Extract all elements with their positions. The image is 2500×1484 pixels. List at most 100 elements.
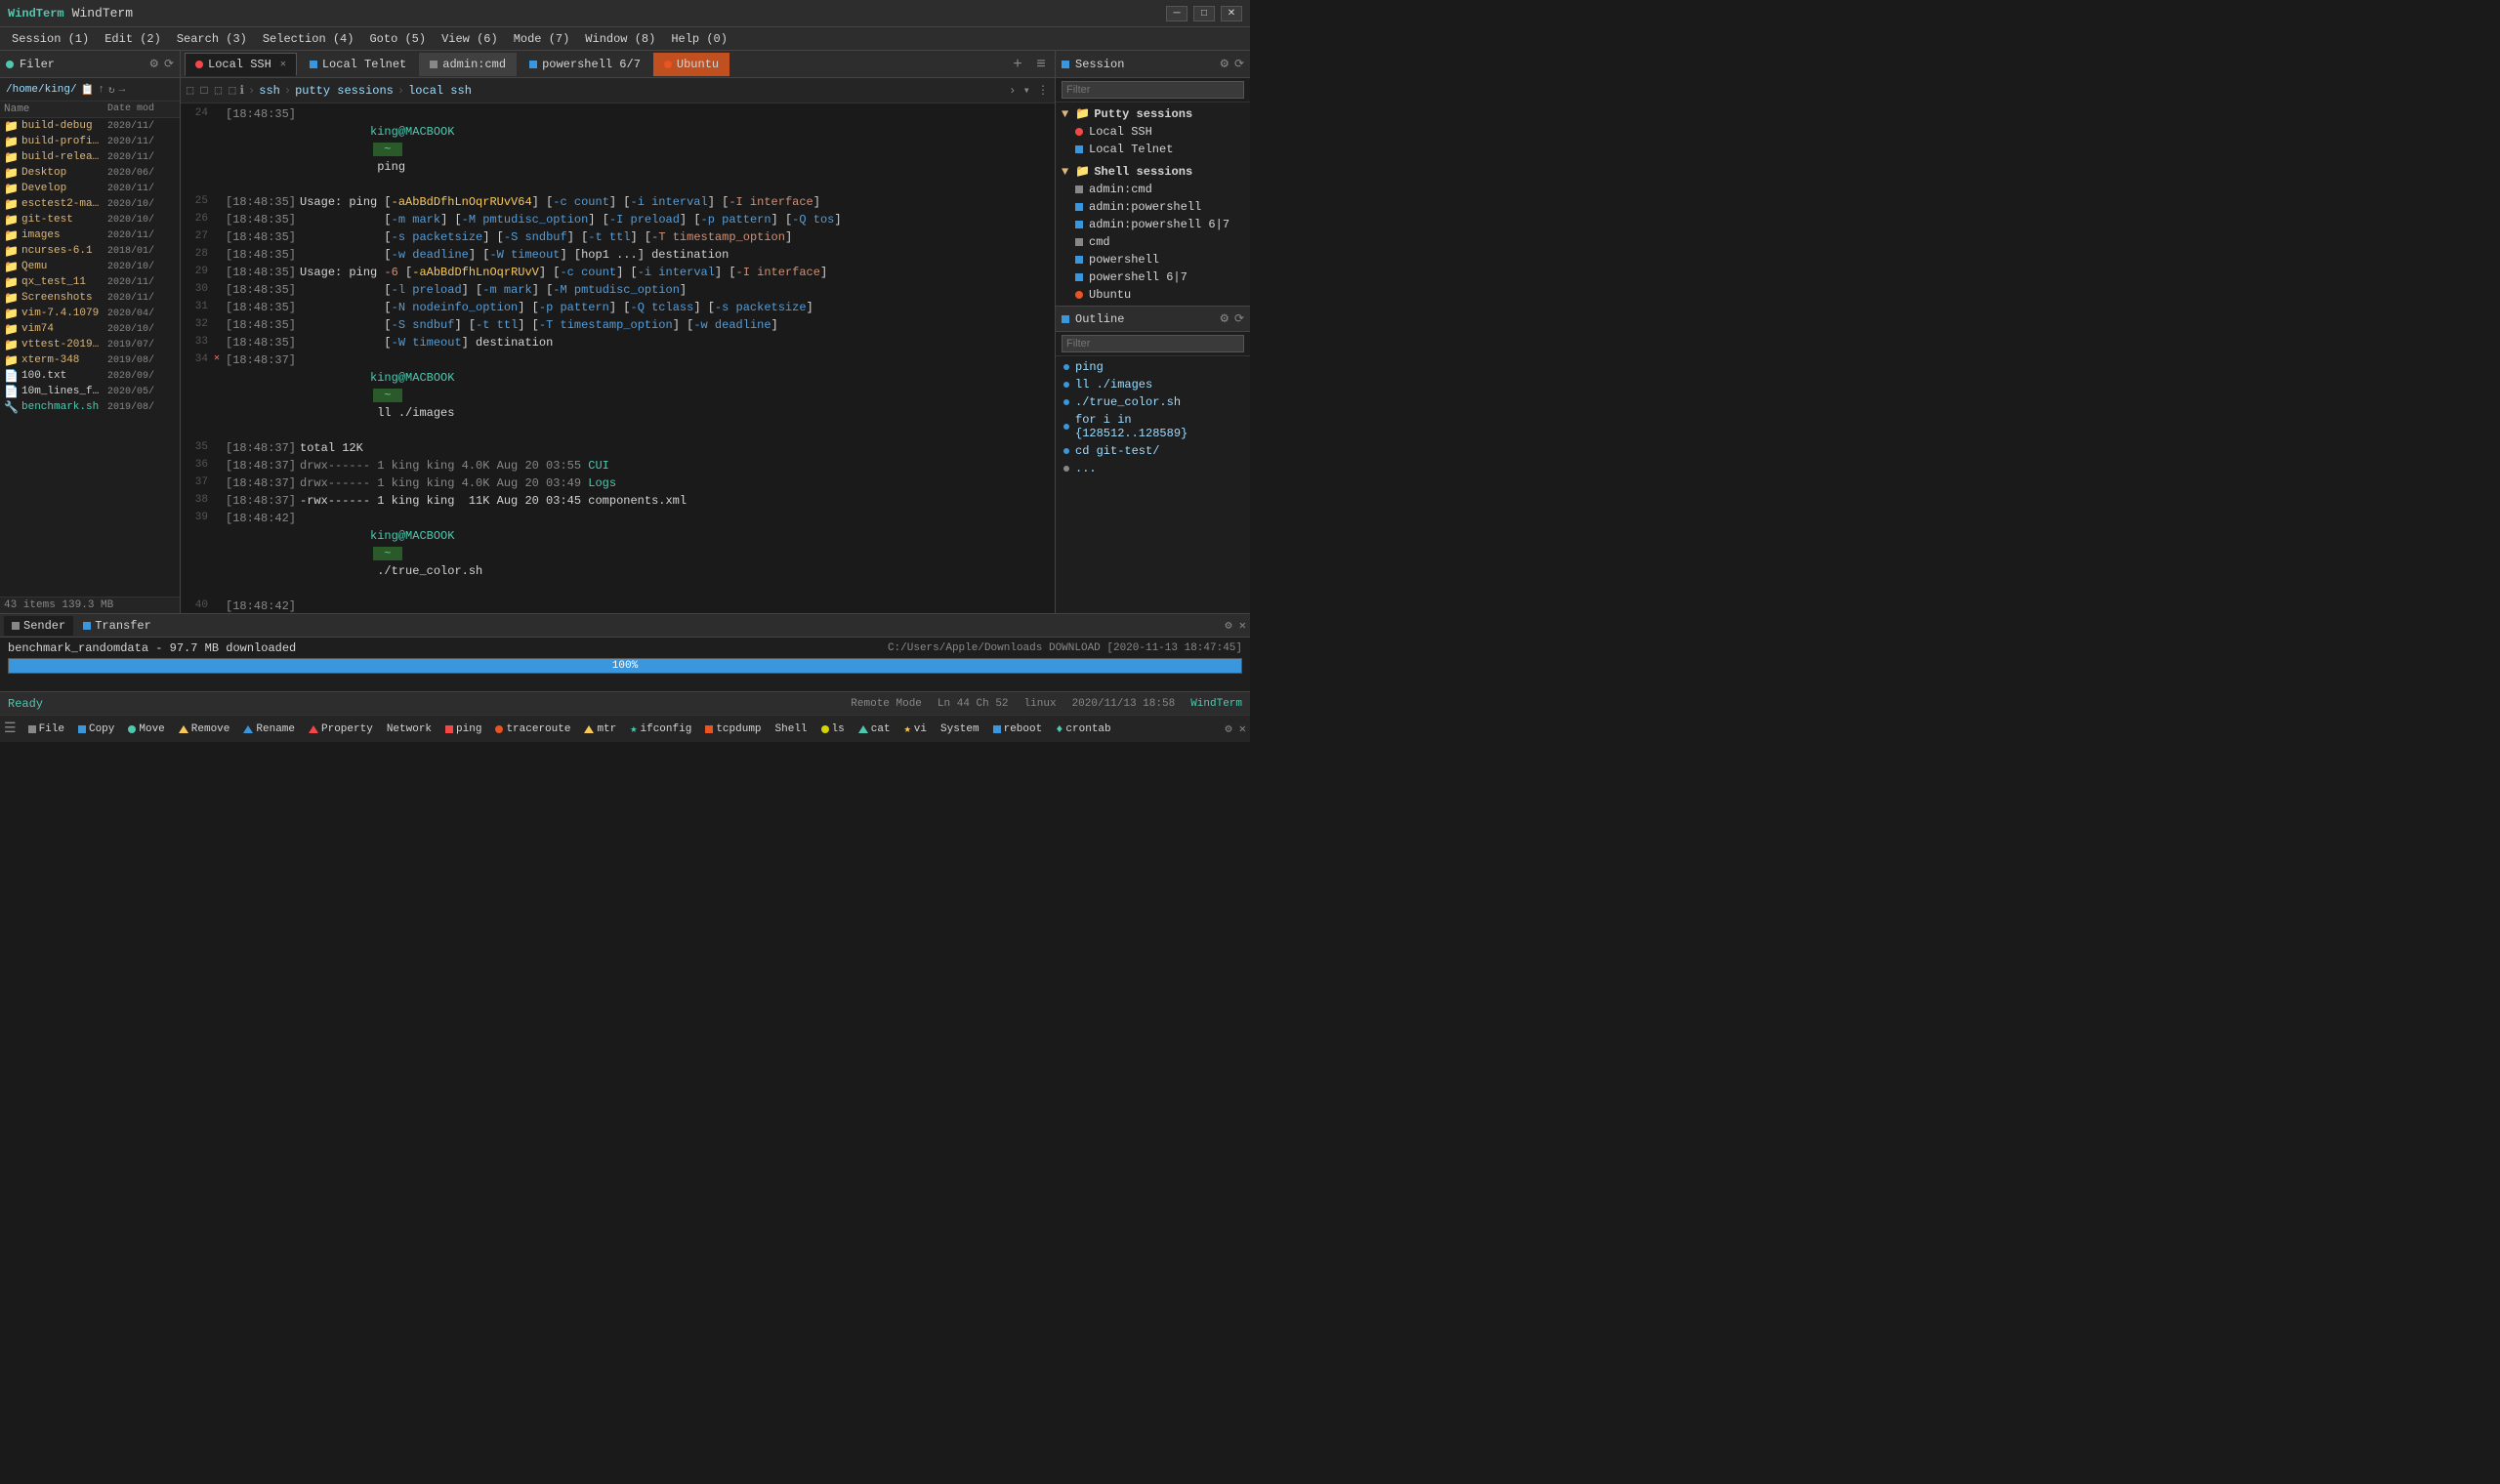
filer-item[interactable]: 📁ncurses-6.12018/01/	[0, 243, 180, 259]
session-item-ubuntu[interactable]: Ubuntu	[1056, 286, 1250, 304]
sender-tab-dot	[12, 622, 20, 630]
menu-goto[interactable]: Goto (5)	[361, 30, 434, 48]
filer-item[interactable]: 📁qx_test_112020/11/	[0, 274, 180, 290]
session-item-admin-cmd[interactable]: admin:cmd	[1056, 181, 1250, 198]
outline-item-color[interactable]: ./true_color.sh	[1056, 393, 1250, 411]
filer-item[interactable]: 📄100.txt2020/09/	[0, 368, 180, 384]
toolbar-copy[interactable]: Copy	[72, 721, 120, 737]
tab-local-telnet[interactable]: Local Telnet	[299, 53, 417, 76]
filer-item[interactable]: 📁vim-7.4.10792020/04/	[0, 306, 180, 321]
filer-col-date: Date mod	[107, 103, 176, 115]
transfer-tab-transfer[interactable]: Transfer	[75, 616, 159, 636]
toolbar-menu-icon[interactable]: ☰	[4, 721, 17, 737]
menu-help[interactable]: Help (0)	[663, 30, 735, 48]
outline-settings-icon[interactable]: ⚙	[1221, 310, 1229, 327]
toolbar-system[interactable]: System	[935, 721, 985, 737]
menu-selection[interactable]: Selection (4)	[255, 30, 362, 48]
filer-settings-icon[interactable]: ⚙	[150, 56, 158, 72]
session-item-admin-ps67[interactable]: admin:powershell 6|7	[1056, 216, 1250, 233]
toolbar-cat[interactable]: cat	[853, 721, 896, 737]
breadcrumb-local-ssh[interactable]: local ssh	[408, 84, 472, 98]
filer-item[interactable]: 📁git-test2020/10/	[0, 212, 180, 227]
toolbar-shell[interactable]: Shell	[770, 721, 813, 737]
session-settings-icon[interactable]: ⚙	[1221, 56, 1229, 72]
tab-close-ssh[interactable]: ✕	[280, 59, 286, 70]
session-item-local-telnet[interactable]: Local Telnet	[1056, 141, 1250, 158]
filer-nav-icon[interactable]: →	[119, 84, 126, 96]
filer-item[interactable]: 📁Desktop2020/06/	[0, 165, 180, 181]
filer-item[interactable]: 📁images2020/11/	[0, 227, 180, 243]
session-item-ps67[interactable]: powershell 6|7	[1056, 268, 1250, 286]
menu-search[interactable]: Search (3)	[169, 30, 255, 48]
minimize-button[interactable]: ─	[1166, 6, 1188, 21]
filer-item[interactable]: 📁Develop2020/11/	[0, 181, 180, 196]
filer-item[interactable]: 📁vim742020/10/	[0, 321, 180, 337]
menu-view[interactable]: View (6)	[434, 30, 506, 48]
tab-ubuntu[interactable]: Ubuntu	[653, 53, 729, 76]
outline-item-cd[interactable]: cd git-test/	[1056, 442, 1250, 460]
transfer-tab-sender[interactable]: Sender	[4, 616, 73, 636]
menu-window[interactable]: Window (8)	[577, 30, 663, 48]
toolbar-mtr[interactable]: mtr	[578, 721, 622, 737]
toolbar-property[interactable]: Property	[303, 721, 379, 737]
toolbar-move[interactable]: Move	[122, 721, 170, 737]
tab-powershell[interactable]: powershell 6/7	[519, 53, 651, 76]
outline-item-ll[interactable]: ll ./images	[1056, 376, 1250, 393]
outline-filter-input[interactable]	[1062, 335, 1244, 352]
mtr-btn-icon	[584, 725, 594, 733]
filer-item[interactable]: 📁build-release2020/11/	[0, 149, 180, 165]
outline-item-for[interactable]: for i in {128512..128589}	[1056, 411, 1250, 442]
toolbar-crontab[interactable]: ♦ crontab	[1050, 721, 1116, 738]
toolbar-ping[interactable]: ping	[439, 721, 487, 737]
filer-item[interactable]: 📁vttest-201907102019/07/	[0, 337, 180, 352]
toolbar-tcpdump[interactable]: tcpdump	[699, 721, 767, 737]
filer-item[interactable]: 📁build-debug2020/11/	[0, 118, 180, 134]
menu-edit[interactable]: Edit (2)	[97, 30, 169, 48]
file-btn-icon	[28, 725, 36, 733]
filer-item[interactable]: 📁esctest2-master2020/10/	[0, 196, 180, 212]
toolbar-reboot[interactable]: reboot	[987, 721, 1049, 737]
menu-session[interactable]: Session (1)	[4, 30, 97, 48]
tab-admin-cmd[interactable]: admin:cmd	[419, 53, 517, 76]
filer-item[interactable]: 📁xterm-3482019/08/	[0, 352, 180, 368]
tab-more-button[interactable]: ≡	[1031, 55, 1051, 74]
menu-mode[interactable]: Mode (7)	[506, 30, 578, 48]
toolbar-remove[interactable]: Remove	[173, 721, 236, 737]
filer-item[interactable]: 📁Screenshots2020/11/	[0, 290, 180, 306]
toolbar-vi[interactable]: ★ vi	[898, 720, 933, 738]
maximize-button[interactable]: □	[1193, 6, 1215, 21]
session-item-ps[interactable]: powershell	[1056, 251, 1250, 268]
toolbar-rename[interactable]: Rename	[237, 721, 301, 737]
session-group-shell-header[interactable]: ▼ 📁 Shell sessions	[1056, 162, 1250, 181]
toolbar-file[interactable]: File	[22, 721, 70, 737]
session-item-local-ssh[interactable]: Local SSH	[1056, 123, 1250, 141]
toolbar-network[interactable]: Network	[381, 721, 438, 737]
filer-item[interactable]: 📄10m_lines_foo...2020/05/	[0, 384, 180, 399]
new-tab-button[interactable]: +	[1008, 55, 1027, 74]
filer-item-name: build-profile	[21, 136, 104, 147]
session-sync-icon[interactable]: ⟳	[1234, 57, 1244, 71]
breadcrumb-ssh[interactable]: ssh	[259, 84, 280, 98]
toolbar-ifconfig[interactable]: ★ ifconfig	[624, 720, 697, 738]
filer-refresh-icon[interactable]: ↻	[108, 83, 115, 97]
outline-item-more[interactable]: ...	[1056, 460, 1250, 477]
session-group-putty-header[interactable]: ▼ 📁 Putty sessions	[1056, 104, 1250, 123]
session-item-admin-ps[interactable]: admin:powershell	[1056, 198, 1250, 216]
filer-item[interactable]: 📁Qemu2020/10/	[0, 259, 180, 274]
tab-local-ssh[interactable]: Local SSH ✕	[185, 53, 297, 76]
filer-up-icon[interactable]: ↑	[98, 84, 104, 96]
close-button[interactable]: ✕	[1221, 6, 1242, 21]
breadcrumb-putty[interactable]: putty sessions	[295, 84, 394, 98]
terminal-content[interactable]: 24 [18:48:35] king@MACBOOK ~ ping 25 [18…	[181, 103, 1055, 613]
session-label-admin-ps67: admin:powershell 6|7	[1089, 218, 1229, 231]
filer-item-date: 2020/11/	[107, 184, 176, 194]
filer-item[interactable]: 🔧benchmark.sh2019/08/	[0, 399, 180, 415]
outline-sync-icon[interactable]: ⟳	[1234, 311, 1244, 326]
toolbar-traceroute[interactable]: traceroute	[489, 721, 576, 737]
filer-item[interactable]: 📁build-profile2020/11/	[0, 134, 180, 149]
session-filter-input[interactable]	[1062, 81, 1244, 99]
outline-item-ping[interactable]: ping	[1056, 358, 1250, 376]
filer-sync-icon[interactable]: ⟳	[164, 57, 174, 71]
session-item-cmd[interactable]: cmd	[1056, 233, 1250, 251]
toolbar-ls[interactable]: ls	[815, 721, 851, 737]
